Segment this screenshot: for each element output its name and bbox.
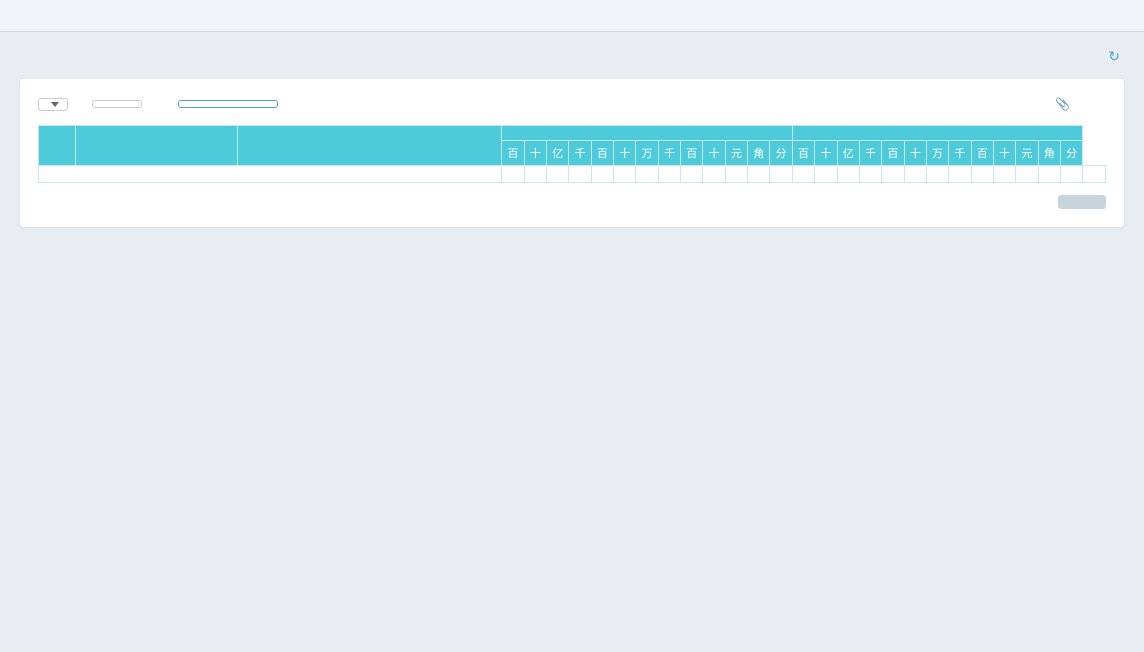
debit-digit-12: 分 (770, 141, 792, 166)
date-value[interactable] (178, 100, 278, 108)
credit-digit-1: 十 (815, 141, 837, 166)
credit-digit-9: 十 (993, 141, 1015, 166)
attachment-area: 📎 (1055, 97, 1106, 111)
debit-digit-6: 万 (636, 141, 658, 166)
credit-digit-3: 千 (859, 141, 881, 166)
debit-digit-8: 百 (681, 141, 703, 166)
main-content: ↻ 📎 (0, 32, 1144, 652)
credit-digit-6: 万 (926, 141, 948, 166)
form-row: 📎 (38, 97, 1106, 111)
footer-row (38, 195, 1106, 209)
voucher-table: 百 十 亿 千 百 十 万 千 百 十 元 角 分 百 十 (38, 125, 1106, 183)
voucher-type-button[interactable] (38, 98, 68, 111)
credit-digit-7: 千 (949, 141, 971, 166)
credit-digit-10: 元 (1016, 141, 1038, 166)
debit-digit-0: 百 (502, 141, 524, 166)
col-account-header (238, 126, 502, 166)
col-credit-header (792, 126, 1082, 141)
chevron-down-icon (51, 102, 59, 107)
title-bar (0, 0, 1144, 32)
col-summary-header (75, 126, 238, 166)
debit-digit-3: 千 (569, 141, 591, 166)
save-button[interactable] (1058, 195, 1106, 209)
table-footer (39, 166, 1106, 183)
debit-digit-4: 百 (591, 141, 613, 166)
credit-digit-0: 百 (792, 141, 814, 166)
refresh-icon: ↻ (1108, 48, 1120, 65)
table-header-main (39, 126, 1106, 141)
credit-digit-5: 十 (904, 141, 926, 166)
debit-digit-7: 千 (658, 141, 680, 166)
credit-digit-2: 亿 (837, 141, 859, 166)
credit-digit-11: 角 (1038, 141, 1060, 166)
total-label (39, 166, 502, 183)
paperclip-icon: 📎 (1055, 97, 1070, 111)
refresh-button[interactable]: ↻ (1108, 48, 1124, 65)
credit-digit-4: 百 (882, 141, 904, 166)
debit-digit-2: 亿 (547, 141, 569, 166)
credit-digit-12: 分 (1060, 141, 1082, 166)
credit-digit-8: 百 (971, 141, 993, 166)
voucher-number[interactable] (92, 100, 142, 108)
debit-digit-1: 十 (524, 141, 546, 166)
col-seq-header (39, 126, 76, 166)
voucher-card: 📎 百 (20, 79, 1124, 227)
debit-digit-10: 元 (725, 141, 747, 166)
total-debit-0 (502, 166, 524, 183)
debit-digit-11: 角 (748, 141, 770, 166)
total-row (39, 166, 1106, 183)
page-title-row: ↻ (20, 48, 1124, 65)
debit-digit-9: 十 (703, 141, 725, 166)
col-debit-header (502, 126, 792, 141)
table-wrapper: 百 十 亿 千 百 十 万 千 百 十 元 角 分 百 十 (38, 125, 1106, 183)
debit-digit-5: 十 (614, 141, 636, 166)
attachment-link[interactable]: 📎 (1055, 97, 1074, 111)
